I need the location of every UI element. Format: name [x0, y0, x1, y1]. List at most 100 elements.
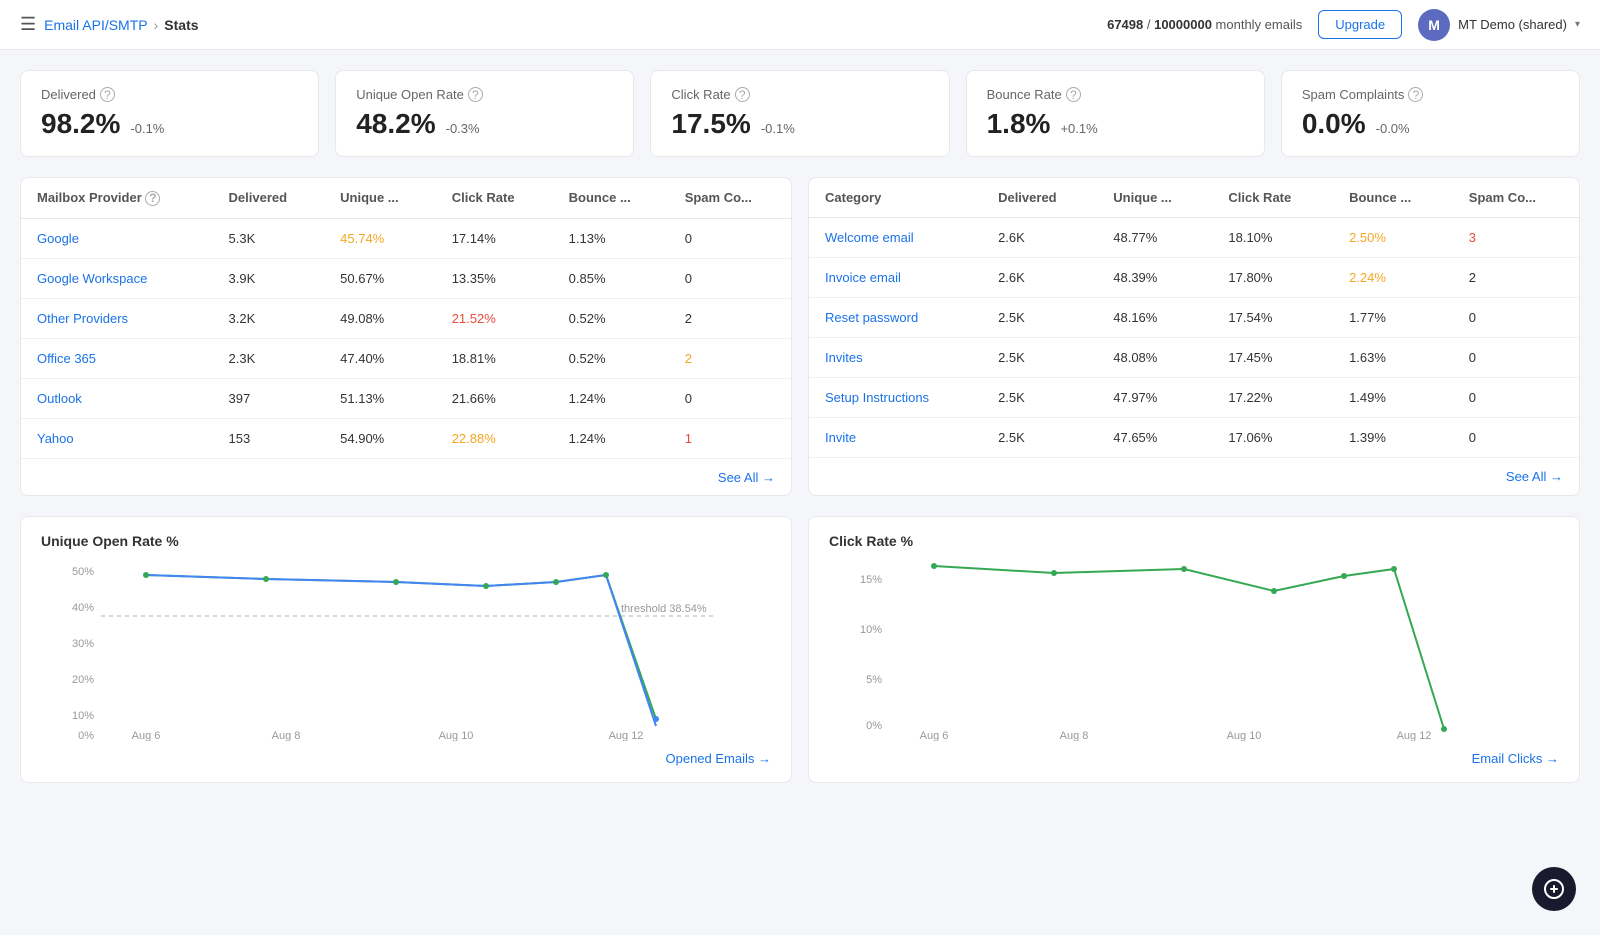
- table-row: Other Providers 3.2K 49.08% 21.52% 0.52%…: [21, 298, 791, 338]
- mailbox-col-delivered: Delivered: [213, 178, 325, 218]
- dot-3: [393, 579, 399, 585]
- cat-spam-cell: 0: [1453, 298, 1579, 338]
- mailbox-provider-link[interactable]: Google Workspace: [37, 271, 147, 286]
- cr-dot-7: [1441, 726, 1447, 732]
- category-link[interactable]: Setup Instructions: [825, 390, 929, 405]
- delivered-value: 98.2%: [41, 108, 120, 140]
- open-rate-line: [146, 575, 656, 719]
- open-rate-info-icon[interactable]: ?: [468, 87, 483, 102]
- svg-text:0%: 0%: [866, 720, 882, 732]
- cat-col-bounce: Bounce ...: [1333, 178, 1453, 218]
- cat-bounce-cell: 1.39%: [1333, 418, 1453, 458]
- mailbox-info-icon[interactable]: ?: [145, 191, 160, 206]
- delivered-card: Delivered ? 98.2% -0.1%: [20, 70, 319, 157]
- cat-col-delivered: Delivered: [982, 178, 1097, 218]
- svg-text:30%: 30%: [72, 638, 94, 650]
- delivered-cell: 3.2K: [213, 298, 325, 338]
- mailbox-see-all-row: See All →: [21, 458, 791, 495]
- open-rate-chart-card: Unique Open Rate % 50% 40% 30% 20% 10% 0…: [20, 516, 792, 783]
- cat-col-click: Click Rate: [1212, 178, 1333, 218]
- mailbox-provider-link[interactable]: Other Providers: [37, 311, 128, 326]
- quota-suffix: monthly emails: [1212, 17, 1302, 32]
- category-link[interactable]: Invite: [825, 430, 856, 445]
- mailbox-col-provider: Mailbox Provider ?: [21, 178, 213, 218]
- cat-spam-cell: 0: [1453, 338, 1579, 378]
- click-rate-value: 17.5%: [671, 108, 750, 140]
- category-link[interactable]: Welcome email: [825, 230, 914, 245]
- breadcrumb-link[interactable]: Email API/SMTP: [44, 17, 147, 33]
- spam-card: Spam Complaints ? 0.0% -0.0%: [1281, 70, 1580, 157]
- breadcrumb: Email API/SMTP › Stats: [44, 17, 198, 33]
- header-left: ☰ Email API/SMTP › Stats: [20, 14, 199, 35]
- category-link[interactable]: Reset password: [825, 310, 918, 325]
- breadcrumb-sep: ›: [154, 17, 159, 33]
- table-row: Welcome email 2.6K 48.77% 18.10% 2.50% 3: [809, 218, 1579, 258]
- svg-text:0%: 0%: [78, 730, 94, 741]
- cat-bounce-cell: 2.24%: [1333, 258, 1453, 298]
- delivered-label: Delivered ?: [41, 87, 298, 102]
- open-rate-label: Unique Open Rate ?: [356, 87, 613, 102]
- dot-4: [483, 583, 489, 589]
- click-cell: 17.14%: [436, 218, 553, 258]
- menu-icon[interactable]: ☰: [20, 14, 36, 35]
- mailbox-provider-link[interactable]: Yahoo: [37, 431, 74, 446]
- bounce-cell: 0.52%: [553, 298, 669, 338]
- svg-text:10%: 10%: [860, 624, 882, 636]
- opened-emails-link[interactable]: Opened Emails →: [666, 751, 772, 766]
- mailbox-col-bounce: Bounce ...: [553, 178, 669, 218]
- spam-cell: 0: [669, 258, 791, 298]
- spam-cell: 2: [669, 338, 791, 378]
- cat-bounce-cell: 2.50%: [1333, 218, 1453, 258]
- svg-text:Aug 8: Aug 8: [272, 730, 301, 741]
- cr-dot-1: [931, 563, 937, 569]
- user-badge[interactable]: M MT Demo (shared) ▾: [1418, 9, 1580, 41]
- main-content: Delivered ? 98.2% -0.1% Unique Open Rate…: [0, 50, 1600, 803]
- upgrade-button[interactable]: Upgrade: [1318, 10, 1402, 39]
- chat-bubble[interactable]: [1532, 867, 1576, 911]
- spam-cell: 1: [669, 418, 791, 458]
- bounce-rate-info-icon[interactable]: ?: [1066, 87, 1081, 102]
- cat-click-cell: 18.10%: [1212, 218, 1333, 258]
- svg-text:threshold 38.54%: threshold 38.54%: [621, 603, 707, 615]
- category-link[interactable]: Invites: [825, 350, 863, 365]
- click-cell: 21.52%: [436, 298, 553, 338]
- svg-text:50%: 50%: [72, 566, 94, 578]
- dot-6: [603, 572, 609, 578]
- category-see-all-row: See All →: [809, 457, 1579, 494]
- table-row: Invites 2.5K 48.08% 17.45% 1.63% 0: [809, 338, 1579, 378]
- click-rate-label: Click Rate ?: [671, 87, 928, 102]
- delivered-info-icon[interactable]: ?: [100, 87, 115, 102]
- bounce-cell: 1.13%: [553, 218, 669, 258]
- open-rate-delta: -0.3%: [446, 121, 480, 136]
- spam-cell: 0: [669, 218, 791, 258]
- cat-unique-cell: 48.39%: [1097, 258, 1212, 298]
- spam-info-icon[interactable]: ?: [1408, 87, 1423, 102]
- cr-dot-4: [1271, 588, 1277, 594]
- mailbox-provider-link[interactable]: Office 365: [37, 351, 96, 366]
- bounce-cell: 1.24%: [553, 418, 669, 458]
- chat-icon: [1543, 878, 1565, 900]
- cat-delivered-cell: 2.5K: [982, 338, 1097, 378]
- mailbox-see-all-link[interactable]: See All →: [718, 470, 775, 485]
- spam-delta: -0.0%: [1376, 121, 1410, 136]
- click-rate-info-icon[interactable]: ?: [735, 87, 750, 102]
- mailbox-provider-link[interactable]: Outlook: [37, 391, 82, 406]
- click-cell: 22.88%: [436, 418, 553, 458]
- email-clicks-link[interactable]: Email Clicks →: [1472, 751, 1559, 766]
- svg-text:Aug 6: Aug 6: [132, 730, 161, 741]
- spam-cell: 0: [669, 378, 791, 418]
- click-rate-card: Click Rate ? 17.5% -0.1%: [650, 70, 949, 157]
- bounce-rate-label: Bounce Rate ?: [987, 87, 1244, 102]
- email-quota: 67498 / 10000000 monthly emails: [1107, 17, 1302, 32]
- svg-text:Aug 12: Aug 12: [1397, 730, 1432, 741]
- cat-click-cell: 17.22%: [1212, 378, 1333, 418]
- table-row: Outlook 397 51.13% 21.66% 1.24% 0: [21, 378, 791, 418]
- cat-unique-cell: 48.77%: [1097, 218, 1212, 258]
- open-rate-blue-line: [146, 575, 656, 726]
- mailbox-provider-link[interactable]: Google: [37, 231, 79, 246]
- delivered-delta: -0.1%: [130, 121, 164, 136]
- category-see-all-link[interactable]: See All →: [1506, 469, 1563, 484]
- cat-col-category: Category: [809, 178, 982, 218]
- cat-spam-cell: 0: [1453, 418, 1579, 458]
- category-link[interactable]: Invoice email: [825, 270, 901, 285]
